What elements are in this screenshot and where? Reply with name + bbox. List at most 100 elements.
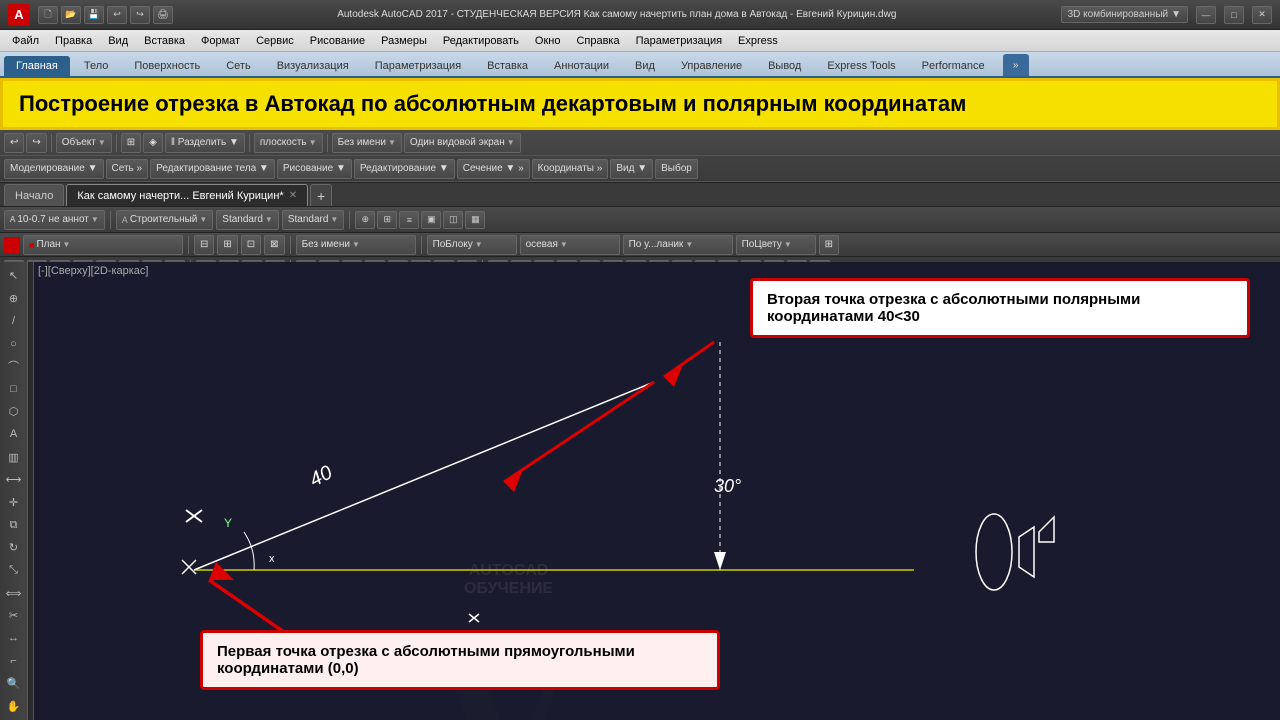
tool-line[interactable]: / — [3, 310, 25, 332]
btn-tool3[interactable]: ≡ — [399, 211, 419, 229]
tab-view[interactable]: Вид — [623, 56, 667, 76]
dd-tablestyle[interactable]: Standard ▼ — [282, 210, 345, 230]
more-tabs-button[interactable]: » — [1003, 54, 1029, 76]
dd-vp-name[interactable]: Без имени ▼ — [296, 235, 416, 255]
menu-parametrize[interactable]: Параметризация — [628, 33, 730, 49]
menu-insert[interactable]: Вставка — [136, 33, 193, 49]
menu-window[interactable]: Окно — [527, 33, 569, 49]
tool-rotate[interactable]: ↻ — [3, 537, 25, 559]
btn-anno-layer[interactable]: A 10-0.7 не аннот ▼ — [4, 210, 105, 230]
undo-button[interactable]: ↩ — [107, 6, 127, 24]
dd-modeling2[interactable]: Моделирование ▼ — [4, 159, 104, 179]
btn-tool4[interactable]: ▣ — [421, 211, 441, 229]
tool-pick[interactable]: ⊕ — [3, 288, 25, 310]
tab-surface[interactable]: Поверхность — [122, 56, 212, 76]
dd-plane[interactable]: плоскость ▼ — [254, 133, 323, 153]
dd-edit[interactable]: Редактирование ▼ — [354, 159, 455, 179]
tool-zoom[interactable]: 🔍 — [3, 673, 25, 695]
tool-text[interactable]: A — [3, 424, 25, 446]
btn-view1[interactable]: ⊞ — [121, 133, 141, 153]
minimize-button[interactable]: — — [1196, 6, 1216, 24]
btn-redo[interactable]: ↪ — [26, 133, 46, 153]
dd-body-edit[interactable]: Редактирование тела ▼ — [150, 159, 275, 179]
tool-copy[interactable]: ⧉ — [3, 514, 25, 536]
dd-textstyle[interactable]: A Строительный ▼ — [116, 210, 214, 230]
tab-manage[interactable]: Управление — [669, 56, 754, 76]
redo-button[interactable]: ↪ — [130, 6, 150, 24]
tool-scale[interactable]: ⤡ — [3, 560, 25, 582]
btn-tool1[interactable]: ⊕ — [355, 211, 375, 229]
tab-drawing[interactable]: Как самому начерти... Евгений Курицин* ✕ — [66, 184, 308, 206]
btn-select[interactable]: Выбор — [655, 159, 698, 179]
menu-service[interactable]: Сервис — [248, 33, 302, 49]
layer-icon[interactable] — [4, 237, 20, 253]
tab-parametrize[interactable]: Параметризация — [363, 56, 473, 76]
tool-fillet[interactable]: ⌐ — [3, 650, 25, 672]
tab-performance[interactable]: Performance — [910, 56, 997, 76]
btn-split[interactable]: ‖ Разделить ▼ — [165, 133, 245, 153]
dd-view2[interactable]: Вид ▼ — [610, 159, 653, 179]
open-button[interactable]: 📂 — [61, 6, 81, 24]
btn-mesh[interactable]: Сеть » — [106, 159, 149, 179]
btn-view2[interactable]: ◈ — [143, 133, 163, 153]
tab-express-tools[interactable]: Express Tools — [815, 56, 907, 76]
tab-insert[interactable]: Вставка — [475, 56, 540, 76]
tab-visualize[interactable]: Визуализация — [265, 56, 361, 76]
btn-tool2[interactable]: ⊞ — [377, 211, 397, 229]
tab-home[interactable]: Главная — [4, 56, 70, 76]
btn-align[interactable]: ⊟ — [194, 235, 214, 255]
tool-mirror[interactable]: ⟺ — [3, 582, 25, 604]
save-button[interactable]: 💾 — [84, 6, 104, 24]
close-button[interactable]: ✕ — [1252, 6, 1272, 24]
workspace-selector[interactable]: 3D комбинированный ▼ — [1061, 6, 1188, 23]
dd-lineweight[interactable]: По у...ланик ▼ — [623, 235, 733, 255]
dd-color[interactable]: ПоБлоку ▼ — [427, 235, 517, 255]
btn-tool5[interactable]: ◫ — [443, 211, 463, 229]
dd-layer[interactable]: ■ План ▼ — [23, 235, 183, 255]
tool-select[interactable]: ↖ — [3, 265, 25, 287]
tool-extend[interactable]: ↔ — [3, 628, 25, 650]
menu-modify[interactable]: Редактировать — [435, 33, 527, 49]
tool-trim[interactable]: ✂ — [3, 605, 25, 627]
tool-arc[interactable]: ⌒ — [3, 356, 25, 378]
dd-viewport[interactable]: Один видовой экран ▼ — [404, 133, 521, 153]
btn-undo[interactable]: ↩ — [4, 133, 24, 153]
btn-extra[interactable]: ⊞ — [819, 235, 839, 255]
tab-mesh[interactable]: Сеть — [214, 56, 262, 76]
btn-ortho[interactable]: ⊠ — [264, 235, 284, 255]
menu-dimensions[interactable]: Размеры — [373, 33, 435, 49]
tab-output[interactable]: Вывод — [756, 56, 813, 76]
tool-move[interactable]: ✛ — [3, 492, 25, 514]
tool-hatch[interactable]: ▥ — [3, 446, 25, 468]
menu-express[interactable]: Express — [730, 33, 786, 49]
menu-format[interactable]: Формат — [193, 33, 248, 49]
tool-poly[interactable]: ⬡ — [3, 401, 25, 423]
dd-draw[interactable]: Рисование ▼ — [277, 159, 352, 179]
tool-dim[interactable]: ⟷ — [3, 469, 25, 491]
btn-scale[interactable]: ⊞ — [217, 235, 237, 255]
dd-modeling[interactable]: Объект ▼ — [56, 133, 112, 153]
dd-linetype[interactable]: осевая ▼ — [520, 235, 620, 255]
menu-view[interactable]: Вид — [100, 33, 136, 49]
menu-edit[interactable]: Правка — [47, 33, 100, 49]
btn-snap[interactable]: ⊡ — [241, 235, 261, 255]
dd-plotstyle[interactable]: ПоЦвету ▼ — [736, 235, 816, 255]
menu-draw[interactable]: Рисование — [302, 33, 373, 49]
tool-circle[interactable]: ○ — [3, 333, 25, 355]
dd-coords[interactable]: Координаты » — [532, 159, 609, 179]
dd-section[interactable]: Сечение ▼ » — [457, 159, 530, 179]
tab-solid[interactable]: Тело — [72, 56, 121, 76]
print-button[interactable]: 🖨 — [153, 6, 173, 24]
tab-annotations[interactable]: Аннотации — [542, 56, 621, 76]
dd-noname[interactable]: Без имени ▼ — [332, 133, 402, 153]
tab-start[interactable]: Начало — [4, 184, 64, 206]
menu-file[interactable]: Файл — [4, 33, 47, 49]
menu-help[interactable]: Справка — [568, 33, 627, 49]
dd-dimstyle[interactable]: Standard ▼ — [216, 210, 279, 230]
new-tab-button[interactable]: + — [310, 184, 332, 206]
btn-tool6[interactable]: ▦ — [465, 211, 485, 229]
new-button[interactable]: 🗋 — [38, 6, 58, 24]
close-tab-icon[interactable]: ✕ — [289, 190, 297, 201]
tool-pan[interactable]: ✋ — [3, 695, 25, 717]
maximize-button[interactable]: □ — [1224, 6, 1244, 24]
